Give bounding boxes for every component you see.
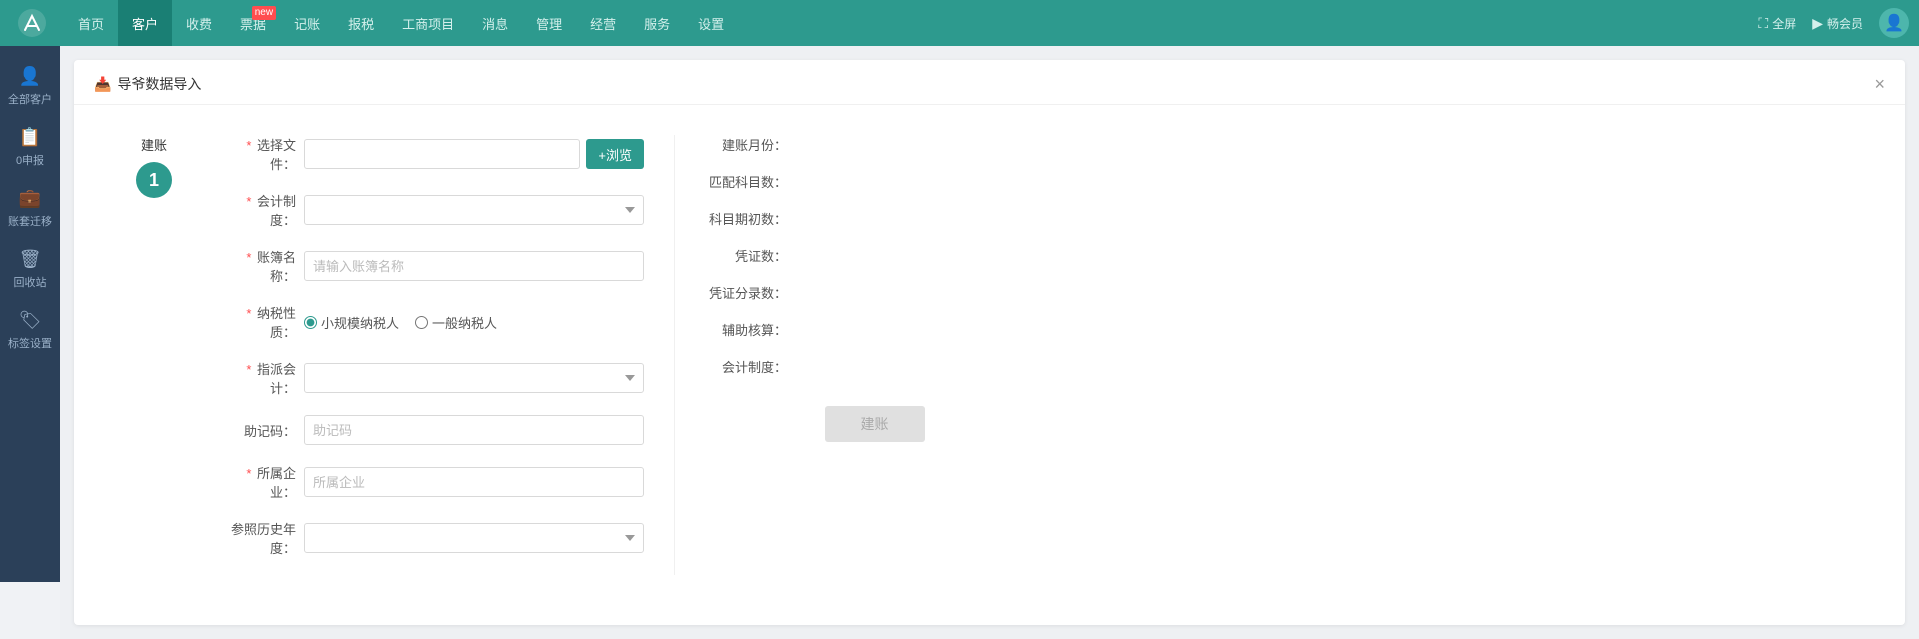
- import-icon: 📥: [94, 76, 111, 93]
- right-info: 建账月份： 匹配科目数： 科目期初数： 凭证数： 凭证分录数：: [674, 135, 1054, 575]
- avatar[interactable]: 👤: [1879, 8, 1909, 38]
- sidebar-item-tags[interactable]: 🏷 标签设置: [0, 300, 60, 361]
- ledger-name-input[interactable]: [304, 251, 644, 281]
- tax-small-radio[interactable]: [304, 316, 317, 329]
- match-subject-label: 匹配科目数：: [695, 172, 795, 191]
- left-form: * 选择文件： +浏览 * 会计制度：: [224, 135, 644, 575]
- accounting-system-select[interactable]: [304, 195, 644, 225]
- tag-icon: 🏷: [19, 310, 42, 331]
- file-row: * 选择文件： +浏览: [224, 135, 644, 173]
- memo-input[interactable]: [304, 415, 644, 445]
- month-row: 建账月份：: [695, 135, 1054, 154]
- close-button[interactable]: ×: [1874, 75, 1885, 93]
- memo-row: 助记码：: [224, 415, 644, 445]
- form-area: 建账 1 * 选择文件： +浏览 *: [74, 105, 1905, 605]
- create-account-button[interactable]: 建账: [825, 406, 925, 442]
- nav-business[interactable]: 工商项目: [388, 0, 468, 46]
- top-nav: 首页 客户 收费 票据 new 记账 报税 工商项目 消息 管理 经营 服务 设…: [0, 0, 1919, 46]
- file-label: * 选择文件：: [224, 135, 304, 173]
- accountant-row: * 指派会计：: [224, 359, 644, 397]
- step-circle: 1: [136, 162, 172, 198]
- company-label: * 所属企业：: [224, 463, 304, 501]
- history-year-label: 参照历史年度：: [224, 519, 304, 557]
- trash-icon: 🗑: [19, 249, 42, 270]
- subject-initial-row: 科目期初数：: [695, 209, 1054, 228]
- file-input-group: +浏览: [304, 139, 644, 169]
- accounting-system-row: * 会计制度：: [224, 191, 644, 229]
- tax-general-radio[interactable]: [415, 316, 428, 329]
- tax-type-radio-group: 小规模纳税人 一般纳税人: [304, 313, 644, 332]
- nav-invoice[interactable]: 票据 new: [226, 0, 280, 46]
- aux-accounting-label: 辅助核算：: [695, 320, 795, 339]
- panel-title-text: 导爷数据导入: [117, 74, 201, 94]
- company-row: * 所属企业：: [224, 463, 644, 501]
- info-accounting-system-row: 会计制度：: [695, 357, 1054, 376]
- sidebar-item-trash[interactable]: 🗑 回收站: [0, 239, 60, 300]
- info-accounting-system-label: 会计制度：: [695, 357, 795, 376]
- accounting-system-label: * 会计制度：: [224, 191, 304, 229]
- tax-general-radio-label[interactable]: 一般纳税人: [415, 313, 497, 332]
- member-btn[interactable]: ▶ 畅会员: [1812, 15, 1863, 32]
- nav-right: ⛶ 全屏 ▶ 畅会员 👤: [1758, 8, 1909, 38]
- new-badge: new: [252, 6, 276, 20]
- app-logo[interactable]: [10, 1, 54, 45]
- panel-title: 📥 导爷数据导入: [94, 74, 201, 94]
- tax-type-label: * 纳税性质：: [224, 303, 304, 341]
- nav-fee[interactable]: 收费: [172, 0, 226, 46]
- match-subject-row: 匹配科目数：: [695, 172, 1054, 191]
- nav-tax[interactable]: 报税: [334, 0, 388, 46]
- import-panel: 📥 导爷数据导入 × 建账 1 * 选择文件：: [74, 60, 1905, 625]
- main-content: 📥 导爷数据导入 × 建账 1 * 选择文件：: [60, 46, 1919, 639]
- voucher-entries-row: 凭证分录数：: [695, 283, 1054, 302]
- company-input[interactable]: [304, 467, 644, 497]
- nav-service[interactable]: 服务: [630, 0, 684, 46]
- nav-items: 首页 客户 收费 票据 new 记账 报税 工商项目 消息 管理 经营 服务 设…: [64, 0, 1758, 46]
- sidebar: 👤 全部客户 📋 0申报 💼 账套迁移 🗑 回收站 🏷 标签设置: [0, 46, 60, 582]
- month-label: 建账月份：: [695, 135, 795, 154]
- file-input[interactable]: [304, 139, 580, 169]
- voucher-row: 凭证数：: [695, 246, 1054, 265]
- migrate-icon: 💼: [19, 188, 41, 209]
- nav-message[interactable]: 消息: [468, 0, 522, 46]
- memo-label: 助记码：: [224, 421, 304, 440]
- aux-accounting-row: 辅助核算：: [695, 320, 1054, 339]
- browse-button[interactable]: +浏览: [586, 139, 644, 169]
- nav-settings[interactable]: 设置: [684, 0, 738, 46]
- panel-header: 📥 导爷数据导入 ×: [74, 60, 1905, 105]
- voucher-entries-label: 凭证分录数：: [695, 283, 795, 302]
- history-year-row: 参照历史年度：: [224, 519, 644, 557]
- step-section: 建账 1: [114, 135, 194, 575]
- voucher-label: 凭证数：: [695, 246, 795, 265]
- nav-customer[interactable]: 客户: [118, 0, 172, 46]
- accountant-label: * 指派会计：: [224, 359, 304, 397]
- step-label: 建账: [141, 135, 167, 154]
- sidebar-item-declare[interactable]: 📋 0申报: [0, 117, 60, 178]
- history-year-select[interactable]: [304, 523, 644, 553]
- nav-home[interactable]: 首页: [64, 0, 118, 46]
- nav-manage[interactable]: 管理: [522, 0, 576, 46]
- accountant-select[interactable]: [304, 363, 644, 393]
- user-icon: 👤: [19, 66, 41, 87]
- sidebar-item-migrate[interactable]: 💼 账套迁移: [0, 178, 60, 239]
- nav-bookkeeping[interactable]: 记账: [280, 0, 334, 46]
- nav-operation[interactable]: 经营: [576, 0, 630, 46]
- tax-type-row: * 纳税性质： 小规模纳税人 一般纳税人: [224, 303, 644, 341]
- sidebar-item-all-customers[interactable]: 👤 全部客户: [0, 56, 60, 117]
- declare-icon: 📋: [19, 127, 41, 148]
- subject-initial-label: 科目期初数：: [695, 209, 795, 228]
- ledger-name-label: * 账簿名称：: [224, 247, 304, 285]
- tax-small-radio-label[interactable]: 小规模纳税人: [304, 313, 399, 332]
- ledger-name-row: * 账簿名称：: [224, 247, 644, 285]
- fullscreen-btn[interactable]: ⛶ 全屏: [1758, 15, 1796, 32]
